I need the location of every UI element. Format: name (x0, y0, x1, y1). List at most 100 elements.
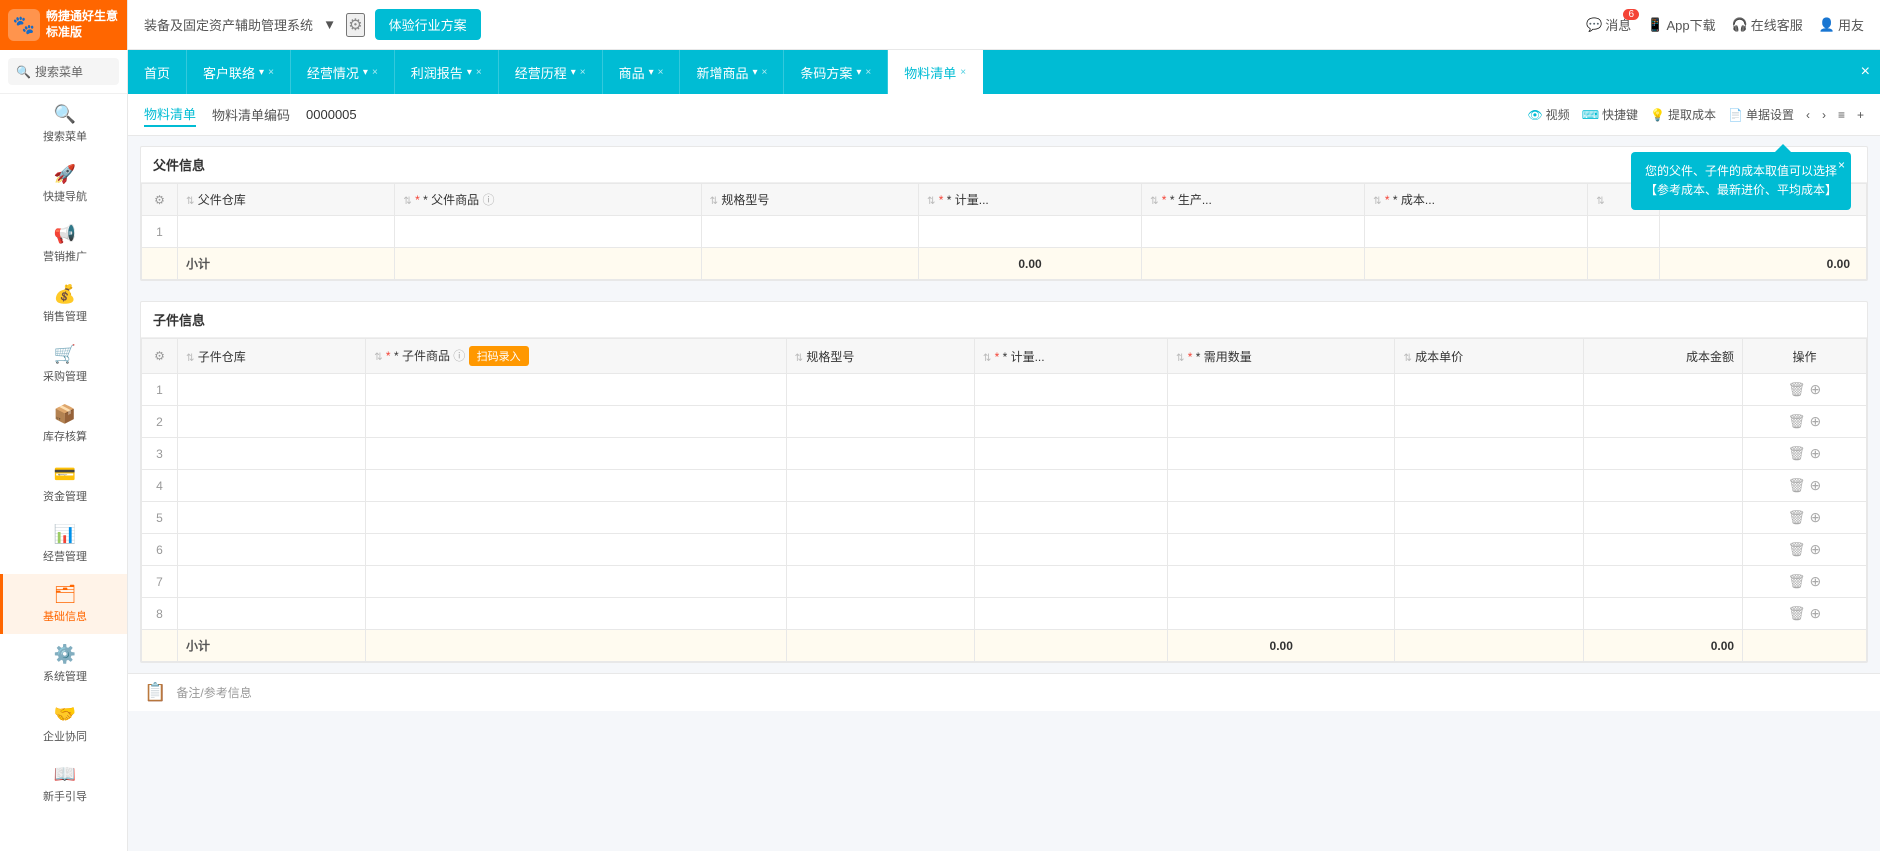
child-unit-cell-2[interactable] (974, 406, 1167, 438)
nav-tab-new-goods[interactable]: 新增商品▾× (680, 50, 784, 94)
parent-warehouse-cell[interactable] (178, 216, 395, 248)
tab-close-history[interactable]: × (580, 67, 586, 78)
delete-icon-6[interactable]: 🗑 (1788, 541, 1806, 558)
view-action[interactable]: 👁 视频 (1527, 106, 1569, 123)
child-quantity-cell-6[interactable] (1167, 534, 1394, 566)
sidebar-item-inventory[interactable]: 📦 库存核算 (0, 394, 127, 454)
child-spec-cell-4[interactable] (786, 470, 974, 502)
sidebar-item-enterprise[interactable]: 🤝 企业协同 (0, 694, 127, 754)
child-unit-cost-cell-7[interactable] (1395, 566, 1583, 598)
child-goods-cell-6[interactable] (366, 534, 786, 566)
user-avatar[interactable]: 👤 用友 (1819, 15, 1864, 34)
nav-prev-button[interactable]: ‹ (1806, 108, 1810, 122)
child-warehouse-cell-3[interactable] (178, 438, 366, 470)
nav-tab-history[interactable]: 经营历程▾× (499, 50, 603, 94)
child-unit-cost-cell-6[interactable] (1395, 534, 1583, 566)
nav-tab-customer[interactable]: 客户联络▾× (187, 50, 291, 94)
child-goods-cell-4[interactable] (366, 470, 786, 502)
nav-next-button[interactable]: › (1822, 108, 1826, 122)
app-download-button[interactable]: 📱 App下载 (1647, 15, 1715, 34)
sidebar-item-sales[interactable]: 💰 销售管理 (0, 274, 127, 334)
tooltip-close-button[interactable]: × (1838, 156, 1845, 175)
tab-close-barcode[interactable]: × (865, 67, 871, 78)
delete-icon-7[interactable]: 🗑 (1788, 573, 1806, 590)
child-unit-cell-4[interactable] (974, 470, 1167, 502)
child-warehouse-cell-2[interactable] (178, 406, 366, 438)
child-warehouse-cell-7[interactable] (178, 566, 366, 598)
child-spec-cell-8[interactable] (786, 598, 974, 630)
goods-sort[interactable]: ⇅ (403, 196, 411, 207)
child-warehouse-cell-1[interactable] (178, 374, 366, 406)
parent-unit-cell[interactable] (918, 216, 1141, 248)
copy-icon-3[interactable]: ⊕ (1810, 445, 1822, 462)
tab-arrow-new-goods[interactable]: ▾ (752, 67, 757, 78)
child-col-settings[interactable]: ⚙ (142, 339, 178, 374)
child-spec-cell-2[interactable] (786, 406, 974, 438)
trial-button[interactable]: 体验行业方案 (375, 9, 481, 40)
copy-icon-5[interactable]: ⊕ (1810, 509, 1822, 526)
sidebar-item-finance[interactable]: 💳 资金管理 (0, 454, 127, 514)
shortcut-action[interactable]: ⌨ 快捷键 (1582, 106, 1638, 123)
parent-sort-cell[interactable] (1588, 216, 1660, 248)
child-quantity-cell-4[interactable] (1167, 470, 1394, 502)
tab-close-goods[interactable]: × (658, 67, 664, 78)
tab-bom-code[interactable]: 物料清单编码 (212, 103, 290, 126)
sidebar-item-guide[interactable]: 📖 新手引导 (0, 754, 127, 814)
tab-close-new-goods[interactable]: × (762, 67, 768, 78)
message-button[interactable]: 💬 消息 6 (1586, 15, 1631, 34)
warehouse-sort[interactable]: ⇅ (186, 196, 194, 207)
child-unit-cost-cell-5[interactable] (1395, 502, 1583, 534)
delete-icon-3[interactable]: 🗑 (1788, 445, 1806, 462)
child-spec-cell-5[interactable] (786, 502, 974, 534)
nav-tab-home[interactable]: 首页 (128, 50, 187, 94)
nav-tab-profit[interactable]: 利润报告▾× (395, 50, 499, 94)
child-spec-cell-7[interactable] (786, 566, 974, 598)
system-dropdown-button[interactable]: ▼ (323, 17, 336, 32)
child-unit-cell-5[interactable] (974, 502, 1167, 534)
tab-arrow-barcode[interactable]: ▾ (856, 67, 861, 78)
child-quantity-cell-1[interactable] (1167, 374, 1394, 406)
sidebar-item-quick-nav[interactable]: 🚀 快捷导航 (0, 154, 127, 214)
child-unit-cost-cell-2[interactable] (1395, 406, 1583, 438)
close-all-tabs-button[interactable]: × (1851, 63, 1880, 81)
copy-icon-1[interactable]: ⊕ (1810, 381, 1822, 398)
tab-close-profit[interactable]: × (476, 67, 482, 78)
sidebar-item-search[interactable]: 🔍 搜索菜单 (0, 94, 127, 154)
child-goods-cell-7[interactable] (366, 566, 786, 598)
child-unit-cost-cell-3[interactable] (1395, 438, 1583, 470)
copy-icon-2[interactable]: ⊕ (1810, 413, 1822, 430)
cost-extract-action[interactable]: 💡 提取成本 (1650, 106, 1716, 123)
child-unit-cell-6[interactable] (974, 534, 1167, 566)
copy-icon-7[interactable]: ⊕ (1810, 573, 1822, 590)
child-goods-cell-2[interactable] (366, 406, 786, 438)
settings-button[interactable]: ⚙ (346, 13, 364, 37)
child-spec-cell-6[interactable] (786, 534, 974, 566)
scan-input-button[interactable]: 扫码录入 (469, 346, 529, 366)
tab-close-bom[interactable]: × (960, 67, 966, 78)
child-spec-cell-1[interactable] (786, 374, 974, 406)
child-unit-cost-cell-4[interactable] (1395, 470, 1583, 502)
child-warehouse-cell-8[interactable] (178, 598, 366, 630)
parent-cost-cell[interactable] (1365, 216, 1588, 248)
nav-add-button[interactable]: + (1857, 108, 1864, 122)
delete-icon-2[interactable]: 🗑 (1788, 413, 1806, 430)
copy-icon-4[interactable]: ⊕ (1810, 477, 1822, 494)
child-warehouse-cell-6[interactable] (178, 534, 366, 566)
tab-close-operations[interactable]: × (372, 67, 378, 78)
child-quantity-cell-5[interactable] (1167, 502, 1394, 534)
tab-arrow-customer[interactable]: ▾ (259, 67, 264, 78)
tab-arrow-profit[interactable]: ▾ (467, 67, 472, 78)
child-warehouse-cell-5[interactable] (178, 502, 366, 534)
tab-arrow-history[interactable]: ▾ (571, 67, 576, 78)
nav-list-button[interactable]: ≡ (1838, 108, 1845, 122)
sidebar-item-marketing[interactable]: 📢 营销推广 (0, 214, 127, 274)
parent-col-settings[interactable]: ⚙ (142, 184, 178, 216)
online-service-button[interactable]: 🎧 在线客服 (1732, 15, 1803, 34)
sidebar-item-basics[interactable]: 🗂 基础信息 (0, 574, 127, 634)
child-goods-cell-3[interactable] (366, 438, 786, 470)
child-unit-cost-cell-8[interactable] (1395, 598, 1583, 630)
child-quantity-cell-2[interactable] (1167, 406, 1394, 438)
sidebar-item-purchase[interactable]: 🛒 采购管理 (0, 334, 127, 394)
sidebar-item-operations[interactable]: 📊 经营管理 (0, 514, 127, 574)
tab-bom-list[interactable]: 物料清单 (144, 102, 196, 127)
